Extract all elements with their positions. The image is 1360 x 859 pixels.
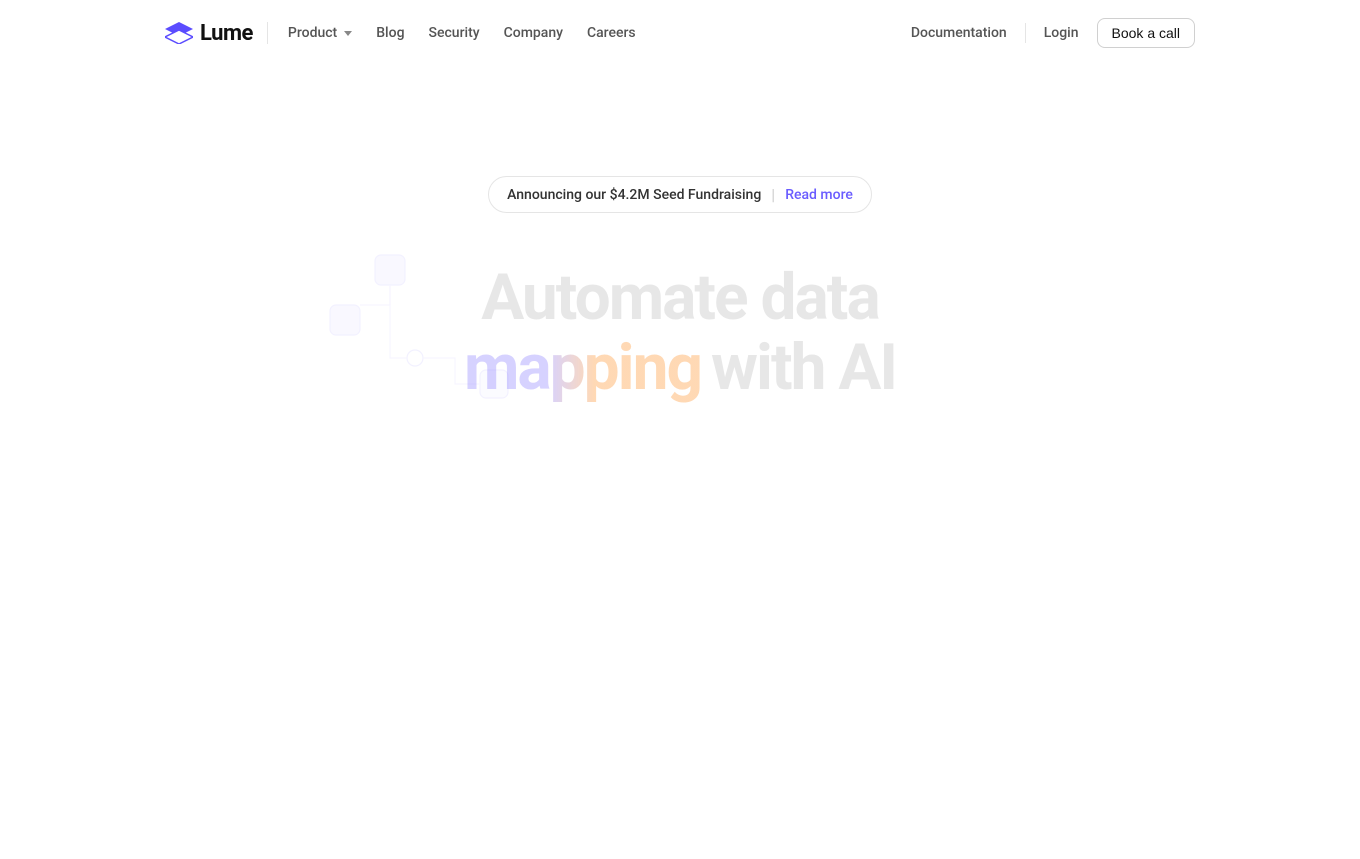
hero-line-1: Automate data — [0, 263, 1360, 333]
announcement-pill[interactable]: Announcing our $4.2M Seed Fundraising | … — [488, 176, 872, 213]
book-call-button[interactable]: Book a call — [1097, 18, 1195, 48]
nav-security[interactable]: Security — [429, 25, 480, 41]
nav-company[interactable]: Company — [504, 25, 563, 41]
hero-headline: Automate data mappingwith AI — [0, 263, 1360, 404]
divider — [267, 22, 268, 44]
header-right-group: Documentation Login Book a call — [911, 18, 1195, 48]
nav-documentation[interactable]: Documentation — [911, 25, 1007, 41]
hero-highlight-word: mapping — [464, 330, 701, 405]
site-header: Lume Product Blog Security Company Caree… — [0, 0, 1360, 66]
hero-section: Automate data mappingwith AI — [0, 263, 1360, 404]
announcement-container: Announcing our $4.2M Seed Fundraising | … — [0, 176, 1360, 213]
nav-product[interactable]: Product — [288, 25, 352, 41]
divider — [1025, 23, 1026, 43]
announcement-separator: | — [771, 185, 775, 204]
brand-name: Lume — [200, 21, 253, 46]
announcement-text: Announcing our $4.2M Seed Fundraising — [507, 187, 761, 203]
hero-rest-text: with AI — [711, 330, 896, 405]
nav-careers[interactable]: Careers — [587, 25, 636, 41]
header-left-group: Lume Product Blog Security Company Caree… — [165, 21, 636, 46]
primary-nav: Product Blog Security Company Careers — [288, 25, 636, 41]
brand-logo[interactable]: Lume — [165, 21, 253, 46]
hero-line-2: mappingwith AI — [0, 333, 1360, 403]
nav-login[interactable]: Login — [1044, 25, 1079, 41]
lume-logo-icon — [165, 22, 193, 44]
announcement-read-more-link[interactable]: Read more — [785, 187, 853, 203]
nav-blog[interactable]: Blog — [376, 25, 404, 41]
